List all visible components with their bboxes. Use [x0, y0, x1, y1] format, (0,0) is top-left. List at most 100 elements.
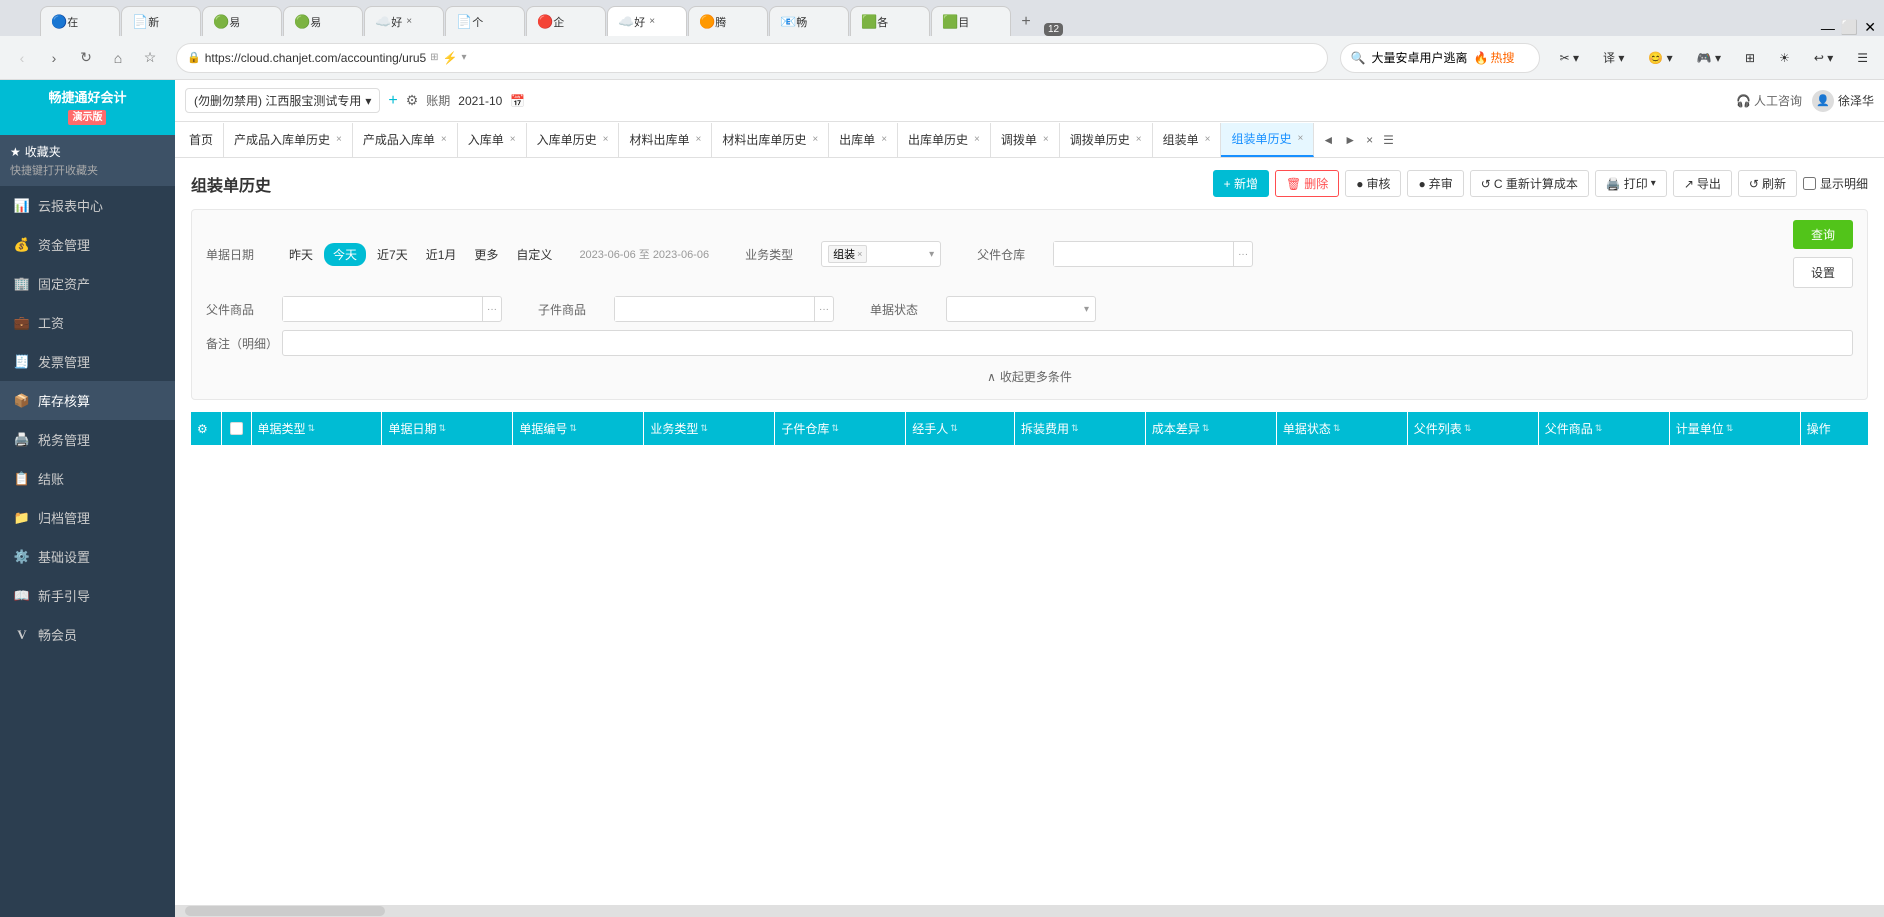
nav-tab-home[interactable]: 首页	[179, 123, 224, 157]
nav-tabs-left-arrow[interactable]: ◄	[1318, 131, 1338, 149]
status-select[interactable]: ▾	[946, 296, 1096, 322]
parent-warehouse-input[interactable]: ···	[1053, 241, 1253, 267]
browser-tab-12[interactable]: 🟩 目	[931, 6, 1011, 36]
th-sub-warehouse[interactable]: 子件仓库 ⇅	[775, 412, 906, 445]
nav-tab-in[interactable]: 入库单 ×	[458, 123, 527, 157]
sidebar-item-finance[interactable]: 💰 资金管理	[0, 225, 175, 264]
scroll-thumb[interactable]	[185, 906, 385, 916]
sun-btn[interactable]: ☀	[1771, 49, 1798, 67]
browser-tab-5[interactable]: ☁️ 好 ×	[364, 6, 444, 36]
sidebar-item-reports[interactable]: 📊 云报表中心	[0, 186, 175, 225]
show-detail-checkbox-label[interactable]: 显示明细	[1803, 175, 1868, 192]
date-btn-more[interactable]: 更多	[467, 243, 505, 266]
tag-close-icon[interactable]: ×	[857, 249, 862, 259]
th-checkbox[interactable]	[221, 412, 251, 445]
date-btn-custom[interactable]: 自定义	[509, 243, 559, 266]
note-input[interactable]	[282, 330, 1853, 356]
home-button[interactable]: ⌂	[104, 44, 132, 72]
nav-tab-close-2[interactable]: ×	[441, 134, 447, 145]
game-btn[interactable]: 🎮 ▾	[1689, 49, 1729, 67]
th-bill-no[interactable]: 单据编号 ⇅	[513, 412, 644, 445]
nav-tab-close-10[interactable]: ×	[1136, 134, 1142, 145]
export-button[interactable]: ↗ 导出	[1673, 170, 1732, 197]
browser-tab-7[interactable]: 🔴 企	[526, 6, 606, 36]
nav-tab-close-12[interactable]: ×	[1297, 133, 1303, 144]
sidebar-item-inventory[interactable]: 📦 库存核算	[0, 381, 175, 420]
calendar-icon[interactable]: 📅	[510, 94, 525, 108]
sidebar-item-archive[interactable]: 📁 归档管理	[0, 498, 175, 537]
browser-tab-3[interactable]: 🟢 易	[202, 6, 282, 36]
add-company-button[interactable]: +	[388, 92, 397, 110]
browser-tab-4[interactable]: 🟢 易	[283, 6, 363, 36]
nav-tab-close-4[interactable]: ×	[603, 134, 609, 145]
settings-button[interactable]: ⚙	[406, 92, 419, 109]
chevron-down-icon[interactable]: ▾	[462, 52, 467, 63]
sidebar-item-guide[interactable]: 📖 新手引导	[0, 576, 175, 615]
th-business-type[interactable]: 业务类型 ⇅	[644, 412, 775, 445]
tab-close-5[interactable]: ×	[406, 16, 412, 27]
sidebar-item-fixed-assets[interactable]: 🏢 固定资产	[0, 264, 175, 303]
new-button[interactable]: + 新增	[1213, 170, 1269, 197]
nav-tab-out-history[interactable]: 出库单历史 ×	[898, 123, 991, 157]
delete-button[interactable]: 🗑 删除	[1275, 170, 1339, 197]
settings-gear-icon[interactable]: ⚙	[197, 422, 208, 436]
th-bill-type[interactable]: 单据类型 ⇅	[251, 412, 382, 445]
nav-tab-transfer[interactable]: 调拨单 ×	[991, 123, 1060, 157]
grid-btn[interactable]: ⊞	[1737, 49, 1763, 67]
nav-tab-out[interactable]: 出库单 ×	[829, 123, 898, 157]
date-btn-today[interactable]: 今天	[324, 243, 366, 266]
horizontal-scrollbar[interactable]	[175, 905, 1884, 917]
browser-tab-2[interactable]: 📄 新	[121, 6, 201, 36]
th-parent-goods[interactable]: 父件商品 ⇅	[1538, 412, 1669, 445]
abandon-button[interactable]: ● 弃审	[1407, 170, 1463, 197]
business-type-select[interactable]: 组装 × ▾	[821, 241, 941, 267]
sub-goods-more-btn[interactable]: ···	[814, 297, 833, 321]
company-selector[interactable]: (勿删勿禁用) 江西服宝测试专用 ▾	[185, 88, 380, 113]
nav-tab-close-1[interactable]: ×	[336, 134, 342, 145]
show-detail-checkbox[interactable]	[1803, 177, 1816, 190]
nav-tab-transfer-history[interactable]: 调拨单历史 ×	[1060, 123, 1153, 157]
sidebar-item-settle[interactable]: 📋 结账	[0, 459, 175, 498]
parent-goods-more-btn[interactable]: ···	[482, 297, 501, 321]
nav-tab-close-8[interactable]: ×	[974, 134, 980, 145]
parent-goods-input[interactable]: ···	[282, 296, 502, 322]
nav-tab-assembly-history[interactable]: 组装单历史 ×	[1221, 123, 1314, 157]
favorites-title[interactable]: ★ 收藏夹	[10, 143, 165, 160]
nav-tabs-more[interactable]: ☰	[1379, 131, 1398, 149]
sidebar-item-settings[interactable]: ⚙️ 基础设置	[0, 537, 175, 576]
address-bar[interactable]: 🔒 https://cloud.chanjet.com/accounting/u…	[176, 43, 1328, 73]
nav-tab-close-9[interactable]: ×	[1043, 134, 1049, 145]
nav-tab-prod-in-history[interactable]: 产成品入库单历史 ×	[224, 123, 353, 157]
close-window-button[interactable]: ✕	[1864, 19, 1876, 36]
nav-tab-close-3[interactable]: ×	[510, 134, 516, 145]
recalculate-button[interactable]: ↺ C 重新计算成本	[1470, 170, 1589, 197]
back-button[interactable]: ‹	[8, 44, 36, 72]
minimize-button[interactable]: —	[1821, 20, 1835, 36]
refresh-button[interactable]: ↺ 刷新	[1738, 170, 1797, 197]
search-bar[interactable]: 🔍 大量安卓用户逃离 🔥 热搜	[1340, 43, 1540, 73]
th-parent-list[interactable]: 父件列表 ⇅	[1407, 412, 1538, 445]
forward-button[interactable]: ›	[40, 44, 68, 72]
favorites-shortcut[interactable]: 快捷键打开收藏夹	[10, 162, 165, 178]
translate-btn[interactable]: 译 ▾	[1595, 47, 1632, 68]
browser-tab-6[interactable]: 📄 个	[445, 6, 525, 36]
th-cost-diff[interactable]: 成本差异 ⇅	[1145, 412, 1276, 445]
browser-tab-10[interactable]: 📧 畅	[769, 6, 849, 36]
nav-tab-prod-in[interactable]: 产成品入库单 ×	[353, 123, 458, 157]
new-tab-button[interactable]: +	[1012, 8, 1040, 36]
parent-warehouse-more-btn[interactable]: ···	[1233, 242, 1252, 266]
nav-tab-in-history[interactable]: 入库单历史 ×	[527, 123, 620, 157]
nav-tab-mat-out-history[interactable]: 材料出库单历史 ×	[712, 123, 829, 157]
nav-tab-mat-out[interactable]: 材料出库单 ×	[619, 123, 712, 157]
sub-goods-field[interactable]	[615, 297, 814, 321]
browser-tab-9[interactable]: 🟠 腾	[688, 6, 768, 36]
scissors-btn[interactable]: ✂ ▾	[1552, 49, 1587, 67]
undo-btn[interactable]: ↩ ▾	[1806, 49, 1841, 67]
parent-goods-field[interactable]	[283, 297, 482, 321]
maximize-button[interactable]: ⬜	[1841, 19, 1858, 36]
header-checkbox[interactable]	[230, 422, 243, 435]
th-bill-date[interactable]: 单据日期 ⇅	[382, 412, 513, 445]
nav-tab-assembly[interactable]: 组装单 ×	[1153, 123, 1222, 157]
emoji-btn[interactable]: 😊 ▾	[1640, 49, 1680, 67]
user-info[interactable]: 👤 徐泽华	[1812, 90, 1874, 112]
